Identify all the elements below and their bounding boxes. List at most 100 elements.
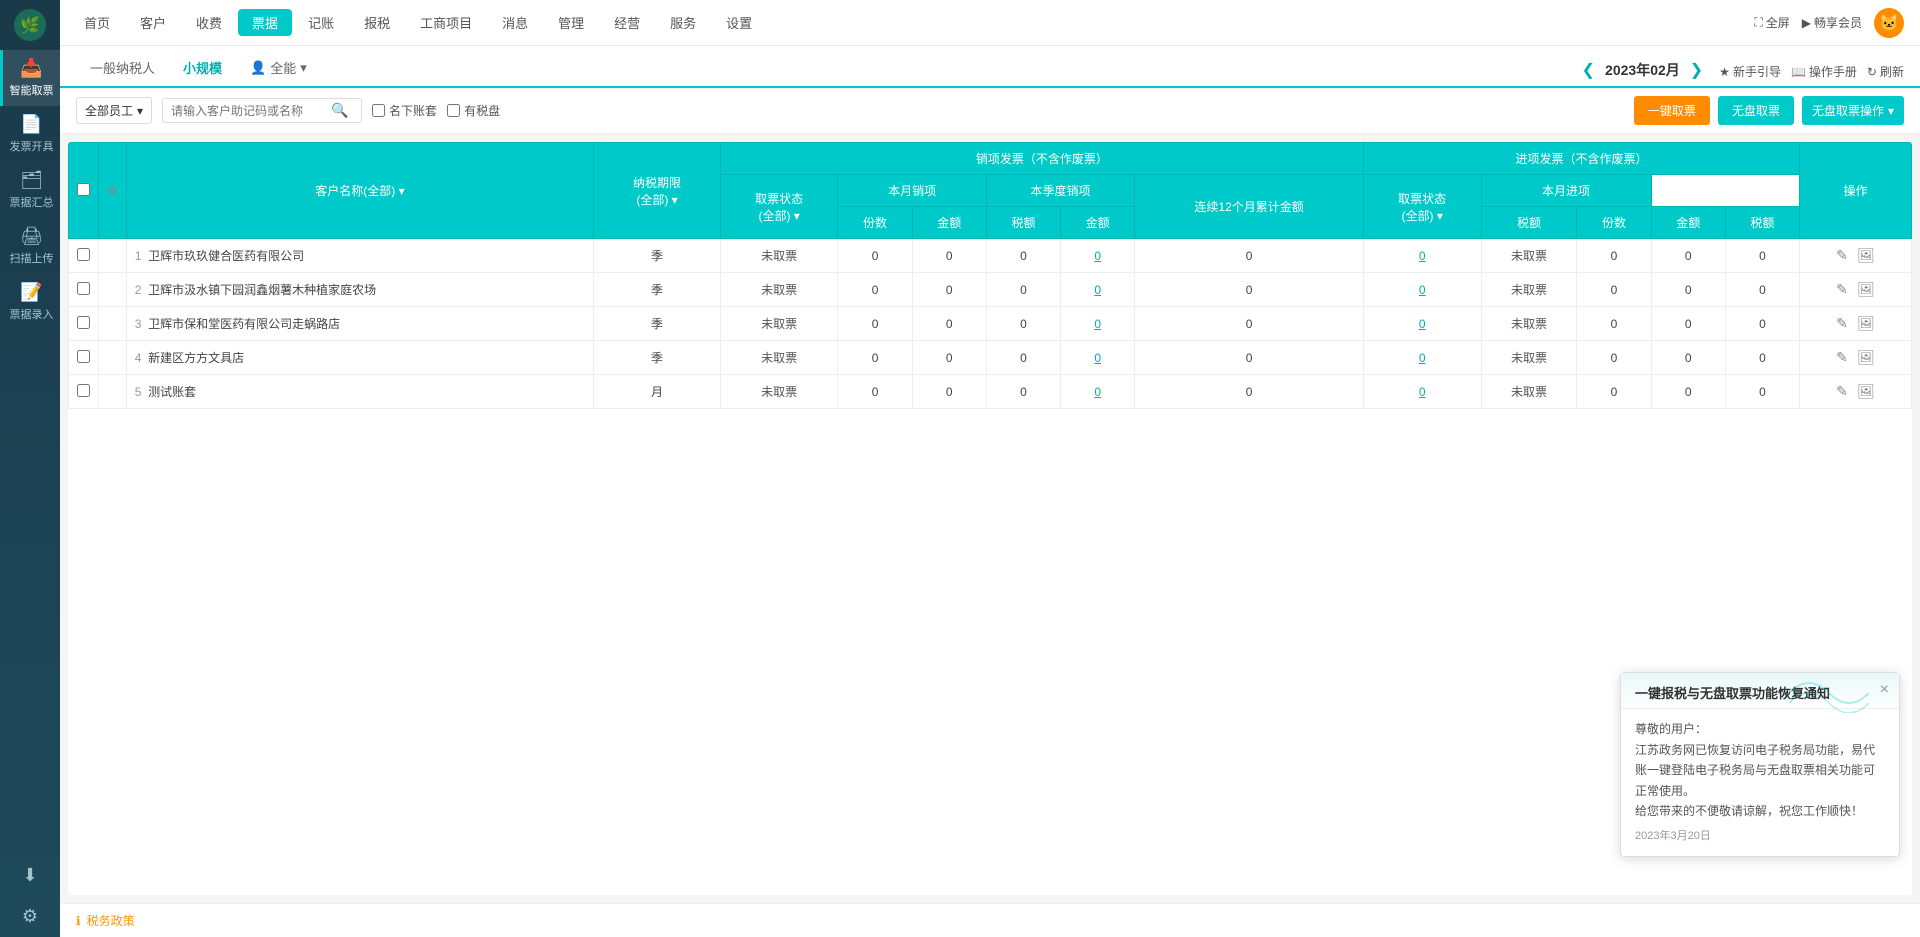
period-nav: ❮ 2023年02月 ❯ <box>1582 60 1704 86</box>
nav-accounting[interactable]: 记账 <box>294 9 348 36</box>
header-customer[interactable]: 客户名称(全部) ▾ <box>126 143 593 239</box>
row-check-3[interactable] <box>69 341 99 375</box>
staff-select[interactable]: 全部员工 ▾ <box>76 97 152 124</box>
nav-message[interactable]: 消息 <box>488 9 542 36</box>
notif-close-button[interactable]: × <box>1880 681 1889 699</box>
row-check-0[interactable] <box>69 239 99 273</box>
view-icon-1[interactable]: 🖼 <box>1854 281 1878 297</box>
guide-icon: ★ <box>1719 65 1730 79</box>
member-icon: ▶ <box>1802 16 1811 30</box>
row-checkbox-1[interactable] <box>77 282 90 295</box>
fullscreen-btn[interactable]: ⛶ 全屏 <box>1754 14 1789 31</box>
header-sales-month-amount: 金额 <box>912 207 986 239</box>
refresh-btn[interactable]: ↻ 刷新 <box>1867 63 1904 80</box>
member-btn[interactable]: ▶ 畅享会员 <box>1802 14 1862 31</box>
row-sales-status-4: 未取票 <box>720 375 838 409</box>
edit-icon-2[interactable]: ✎ <box>1833 315 1851 331</box>
row-sales-quarter-amount-3: 0 <box>1061 341 1135 375</box>
next-period-btn[interactable]: ❯ <box>1690 60 1703 80</box>
header-sales-quarter-tax: 税额 <box>1481 207 1577 239</box>
sidebar-download[interactable]: ⬇ <box>0 855 60 896</box>
footer-tax-policy-link[interactable]: 税务政策 <box>87 912 135 929</box>
sidebar-item-scan-upload[interactable]: 🖨 扫描上传 <box>0 218 60 274</box>
tab-all[interactable]: 👤 全能 ▾ <box>236 50 321 88</box>
nav-settings[interactable]: 设置 <box>712 9 766 36</box>
row-check-4[interactable] <box>69 375 99 409</box>
no-disk-ops-button[interactable]: 无盘取票操作 ▾ <box>1802 96 1904 125</box>
header-actions: 操作 <box>1800 143 1912 239</box>
nav-customer[interactable]: 客户 <box>126 9 180 36</box>
has-tax-checkbox[interactable]: 有税盘 <box>447 102 500 119</box>
sidebar-item-data-entry[interactable]: 📝 票据录入 <box>0 274 60 330</box>
row-purchase-month-tax-1: 0 <box>1725 273 1799 307</box>
select-all-check[interactable] <box>77 183 90 196</box>
prev-period-btn[interactable]: ❮ <box>1582 60 1595 80</box>
tab-general[interactable]: 一般纳税人 <box>76 50 169 88</box>
nav-service[interactable]: 服务 <box>656 9 710 36</box>
manual-btn[interactable]: 📖 操作手册 <box>1791 63 1857 80</box>
nav-tax[interactable]: 报税 <box>350 9 404 36</box>
sidebar-item-smart-fetch[interactable]: 📥 智能取票 <box>0 50 60 106</box>
header-sales-fetch[interactable]: 取票状态(全部) ▾ <box>720 175 838 239</box>
row-check-2[interactable] <box>69 307 99 341</box>
row-checkbox-4[interactable] <box>77 384 90 397</box>
row-sales-month-count-1: 0 <box>838 273 912 307</box>
edit-icon-3[interactable]: ✎ <box>1833 349 1851 365</box>
user-avatar[interactable]: 🐱 <box>1874 8 1904 38</box>
one-click-fetch-button[interactable]: 一键取票 <box>1634 96 1710 125</box>
row-checkbox-0[interactable] <box>77 248 90 261</box>
nav-invoice[interactable]: 票据 <box>238 9 292 36</box>
sub-account-check[interactable] <box>372 104 385 117</box>
nav-business[interactable]: 工商项目 <box>406 9 486 36</box>
row-actions-1: ✎ 🖼 <box>1800 273 1912 307</box>
row-num-0: 1 <box>135 249 142 263</box>
row-check-1[interactable] <box>69 273 99 307</box>
search-input[interactable] <box>171 104 331 118</box>
sidebar-item-issue-invoice[interactable]: 📄 发票开具 <box>0 106 60 162</box>
tab-small[interactable]: 小规模 <box>169 50 236 88</box>
row-tax-period-0: 季 <box>594 239 721 273</box>
view-icon-3[interactable]: 🖼 <box>1854 349 1878 365</box>
edit-icon-1[interactable]: ✎ <box>1833 281 1851 297</box>
chevron-down-icon: ▾ <box>137 104 143 118</box>
account-icon: 👤 <box>250 60 266 76</box>
row-sales-quarter-tax-3: 0 <box>1135 341 1364 375</box>
edit-icon-0[interactable]: ✎ <box>1833 247 1851 263</box>
view-icon-0[interactable]: 🖼 <box>1854 247 1878 263</box>
row-cumulative-1: 0 <box>1363 273 1481 307</box>
header-tax-period[interactable]: 纳税期限(全部) ▾ <box>594 143 721 239</box>
issue-invoice-icon: 📄 <box>20 114 42 135</box>
view-icon-4[interactable]: 🖼 <box>1854 383 1878 399</box>
sub-account-checkbox[interactable]: 名下账套 <box>372 102 437 119</box>
notif-body: 尊敬的用户： 江苏政务网已恢复访问电子税务局功能，易代账一键登陆电子税务局与无盘… <box>1621 709 1899 856</box>
no-disk-fetch-button[interactable]: 无盘取票 <box>1718 96 1794 125</box>
row-num-1: 2 <box>135 283 142 297</box>
row-num-2: 3 <box>135 317 142 331</box>
table-row: 4 新建区方方文具店 季 未取票 0 0 0 0 0 0 未取票 0 0 0 ✎… <box>69 341 1912 375</box>
header-purchase-month-tax: 税额 <box>1725 207 1799 239</box>
edit-icon-4[interactable]: ✎ <box>1833 383 1851 399</box>
table-body: 1 卫辉市玖玖健合医药有限公司 季 未取票 0 0 0 0 0 0 未取票 0 … <box>69 239 1912 409</box>
has-tax-check[interactable] <box>447 104 460 117</box>
search-button[interactable]: 🔍 <box>331 102 348 119</box>
row-checkbox-2[interactable] <box>77 316 90 329</box>
filter-bar: 全部员工 ▾ 🔍 名下账套 有税盘 一键取票 无盘取票 无盘取票操作 ▾ <box>60 88 1920 134</box>
sidebar-settings[interactable]: ⚙ <box>0 896 60 937</box>
nav-manage[interactable]: 管理 <box>544 9 598 36</box>
row-purchase-month-count-2: 0 <box>1577 307 1651 341</box>
row-checkbox-3[interactable] <box>77 350 90 363</box>
row-gear-0 <box>99 239 127 273</box>
row-purchase-status-0: 未取票 <box>1481 239 1577 273</box>
nav-operation[interactable]: 经营 <box>600 9 654 36</box>
row-customer-4: 5 测试账套 <box>126 375 593 409</box>
nav-home[interactable]: 首页 <box>70 9 124 36</box>
row-sales-month-amount-2: 0 <box>912 307 986 341</box>
header-purchase-fetch[interactable]: 取票状态(全部) ▾ <box>1363 175 1481 239</box>
nav-billing[interactable]: 收费 <box>182 9 236 36</box>
sidebar-item-invoice-summary[interactable]: 🗂 票据汇总 <box>0 162 60 218</box>
header-gear[interactable]: ⚙ <box>99 143 127 239</box>
row-gear-4 <box>99 375 127 409</box>
row-cumulative-2: 0 <box>1363 307 1481 341</box>
new-guide-btn[interactable]: ★ 新手引导 <box>1719 63 1781 80</box>
view-icon-2[interactable]: 🖼 <box>1854 315 1878 331</box>
